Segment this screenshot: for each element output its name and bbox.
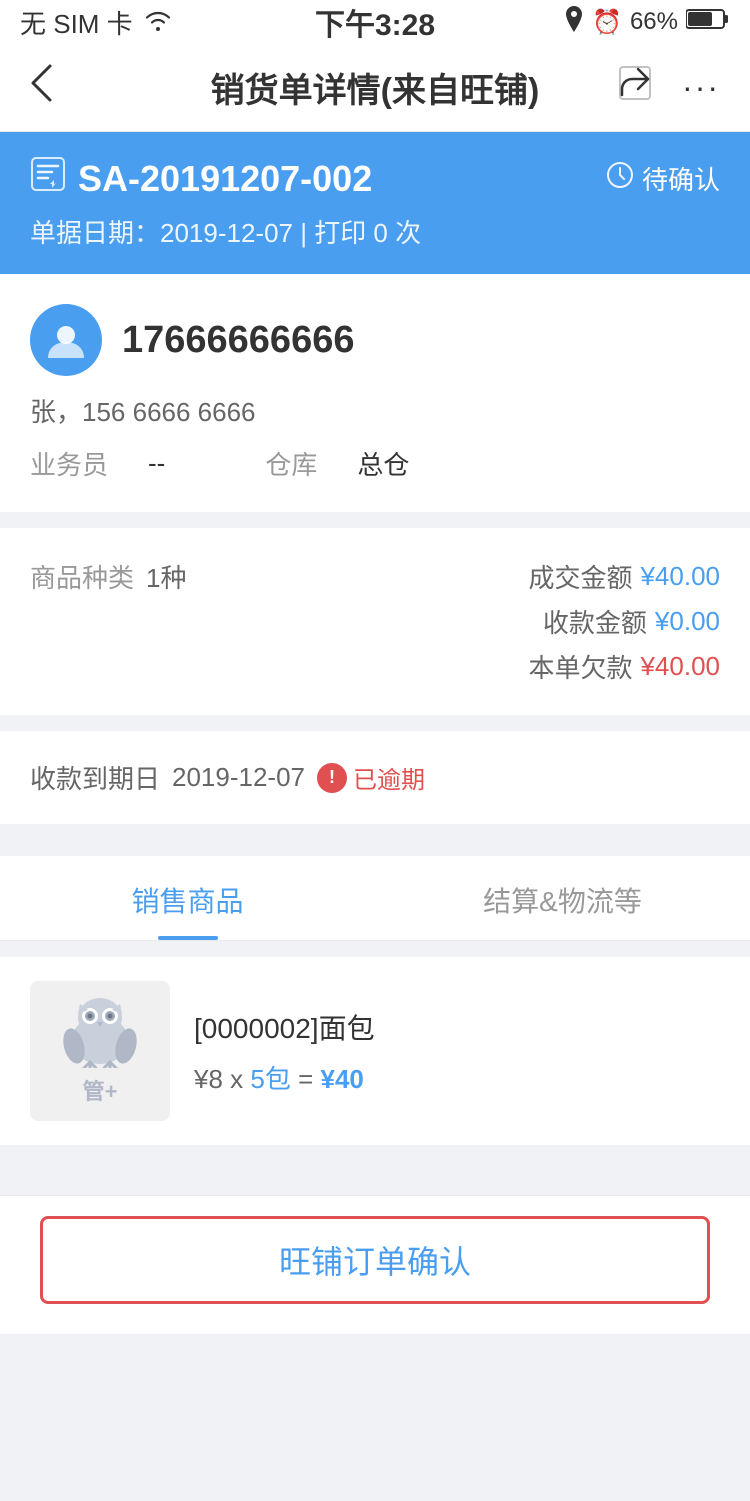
warehouse-value: 总仓 [357, 445, 409, 482]
clock-icon [606, 161, 634, 196]
due-label: 收款到期日 [30, 759, 160, 796]
summary-section: 商品种类 1种 成交金额 ¥40.00 收款金额 ¥0.00 本单欠款 ¥40.… [0, 528, 750, 715]
due-date: 2019-12-07 [172, 762, 305, 793]
order-status: 待确认 [606, 160, 720, 197]
tab-settlement[interactable]: 结算&物流等 [375, 856, 750, 940]
multiply-icon: x [230, 1064, 250, 1094]
avatar [30, 304, 102, 376]
status-left: 无 SIM 卡 [20, 4, 173, 41]
status-bar: 无 SIM 卡 下午3:28 ⏰ 66% [0, 0, 750, 44]
product-thumbnail: 管+ [30, 981, 170, 1121]
order-banner-top: SA-20191207-002 待确认 [30, 156, 720, 201]
transaction-value: ¥40.00 [640, 561, 720, 592]
overdue-text: 已逾期 [353, 760, 425, 795]
order-meta: 单据日期：2019-12-07 | 打印 0 次 [30, 213, 720, 250]
carrier-text: 无 SIM 卡 [20, 4, 133, 41]
unit-price: ¥8 [194, 1064, 223, 1094]
battery-text: 66% [630, 8, 678, 36]
transaction-label: 成交金额 [528, 558, 632, 595]
due-section: 收款到期日 2019-12-07 ! 已逾期 [0, 731, 750, 824]
customer-phone: 17666666666 [122, 319, 354, 362]
brand-plus-text: 管+ [83, 1074, 118, 1106]
product-thumb-inner: 管+ [60, 996, 140, 1106]
tabs: 销售商品 结算&物流等 [0, 856, 750, 941]
payment-row: 收款金额 ¥0.00 [528, 603, 720, 640]
warning-icon: ! [317, 763, 347, 793]
product-info: [0000002]面包 ¥8 x 5包 = ¥40 [194, 1007, 720, 1096]
alarm-icon: ⏰ [592, 8, 622, 37]
category-label: 商品种类 [30, 558, 134, 595]
balance-value: ¥40.00 [640, 651, 720, 682]
overdue-badge: ! 已逾期 [317, 760, 425, 795]
warehouse-label: 仓库 [265, 445, 317, 482]
wifi-icon [143, 7, 173, 38]
battery-icon [686, 8, 730, 37]
order-doc-icon [30, 156, 66, 201]
page-title: 销货单详情(来自旺铺) [211, 63, 540, 112]
balance-label: 本单欠款 [528, 648, 632, 685]
product-name: [0000002]面包 [194, 1007, 720, 1047]
share-icon[interactable] [618, 65, 652, 110]
customer-name: 张，156 6666 6666 [30, 392, 720, 429]
tab-sales-products[interactable]: 销售商品 [0, 856, 375, 940]
bottom-bar: 旺铺订单确认 [0, 1195, 750, 1334]
customer-info-row: 业务员 -- 仓库 总仓 [30, 445, 720, 482]
separator [0, 840, 750, 856]
order-id: SA-20191207-002 [30, 156, 372, 201]
nav-actions: ··· [618, 65, 720, 110]
customer-header: 17666666666 [30, 304, 720, 376]
summary-left: 商品种类 1种 [30, 558, 186, 685]
product-total: ¥40 [321, 1064, 364, 1094]
category-value: 1种 [146, 558, 186, 595]
product-item: 管+ [0000002]面包 ¥8 x 5包 = ¥40 [0, 957, 750, 1145]
payment-label: 收款金额 [543, 603, 647, 640]
category-row: 商品种类 1种 [30, 558, 186, 595]
nav-bar: 销货单详情(来自旺铺) ··· [0, 44, 750, 132]
transaction-row: 成交金额 ¥40.00 [528, 558, 720, 595]
more-icon[interactable]: ··· [682, 69, 720, 106]
location-icon [564, 6, 584, 39]
confirm-order-button[interactable]: 旺铺订单确认 [40, 1216, 710, 1304]
salesperson-value: -- [148, 448, 165, 479]
balance-row: 本单欠款 ¥40.00 [528, 648, 720, 685]
summary-right: 成交金额 ¥40.00 收款金额 ¥0.00 本单欠款 ¥40.00 [528, 558, 720, 685]
status-time: 下午3:28 [315, 0, 435, 44]
salesperson-label: 业务员 [30, 445, 108, 482]
payment-value: ¥0.00 [655, 606, 720, 637]
back-button[interactable] [30, 64, 72, 112]
product-price: ¥8 x 5包 = ¥40 [194, 1059, 720, 1096]
status-right: ⏰ 66% [564, 6, 730, 39]
equals-sign: = [298, 1064, 320, 1094]
customer-section: 17666666666 张，156 6666 6666 业务员 -- 仓库 总仓 [0, 274, 750, 512]
product-quantity: 5包 [250, 1064, 290, 1094]
order-banner: SA-20191207-002 待确认 单据日期：2019-12-07 | 打印… [0, 132, 750, 274]
